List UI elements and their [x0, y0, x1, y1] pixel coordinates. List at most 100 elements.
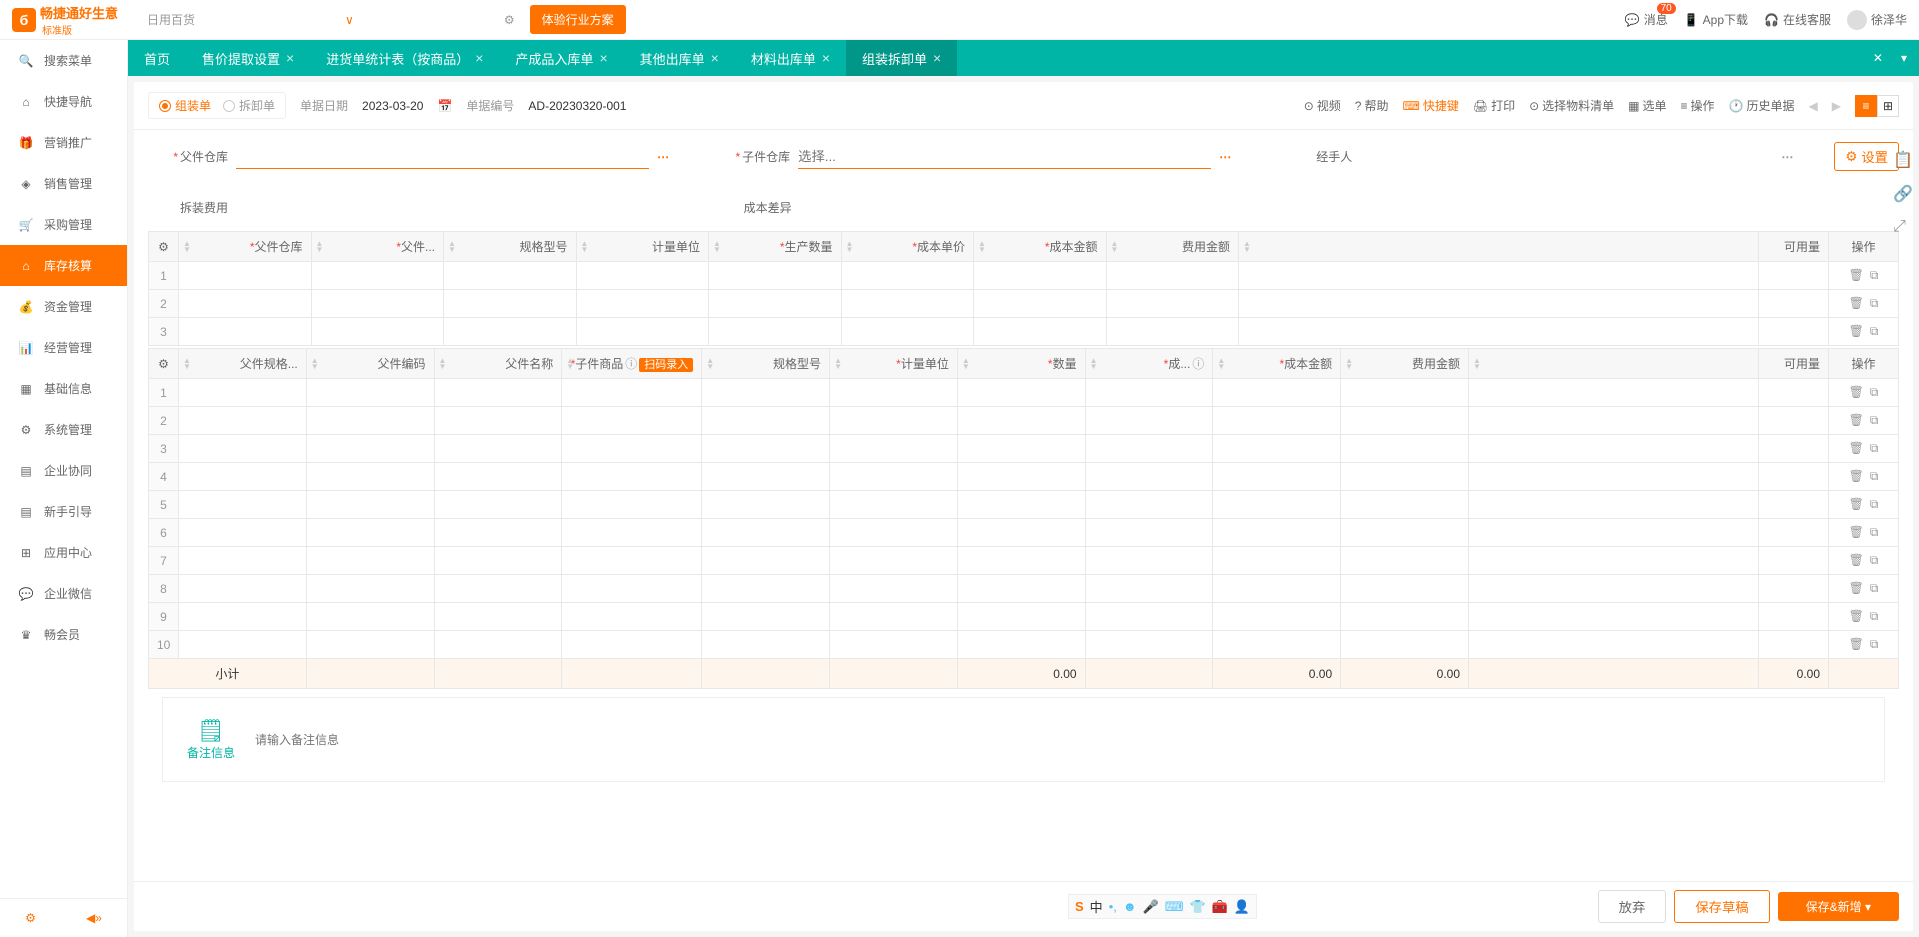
delete-icon[interactable]: 🗑	[1849, 413, 1864, 427]
save-new-button[interactable]: 保存&新增 ▾	[1778, 892, 1899, 921]
copy-icon[interactable]: ⧉	[1870, 581, 1879, 595]
table-row[interactable]: 9🗑⧉	[149, 603, 1899, 631]
sidebar-settings-icon[interactable]: ⚙	[25, 911, 36, 925]
parent-warehouse-input[interactable]	[236, 145, 649, 169]
table-row[interactable]: 2🗑⧉	[149, 407, 1899, 435]
select-link[interactable]: ▦ 选单	[1628, 97, 1666, 114]
table-row[interactable]: 10🗑⧉	[149, 631, 1899, 659]
copy-icon[interactable]: ⧉	[1870, 637, 1879, 651]
sidebar-item[interactable]: 🛒采购管理	[0, 204, 127, 245]
close-icon[interactable]: ×	[711, 50, 719, 66]
copy-icon[interactable]: ⧉	[1870, 553, 1879, 567]
copy-icon[interactable]: ⧉	[1870, 268, 1879, 282]
delete-icon[interactable]: 🗑	[1849, 324, 1864, 338]
sidebar-collapse-icon[interactable]: ◀»	[86, 911, 102, 925]
close-icon[interactable]: ×	[599, 50, 607, 66]
close-icon[interactable]: ×	[933, 50, 941, 66]
radio-assemble[interactable]: 组装单	[159, 97, 211, 114]
handler-picker-icon[interactable]: ⋯	[1781, 150, 1794, 164]
ime-emoji-icon[interactable]: ☻	[1123, 899, 1137, 914]
history-link[interactable]: 🕐 历史单据	[1729, 97, 1795, 114]
sidebar-item[interactable]: ♛畅会员	[0, 614, 127, 655]
ime-user-icon[interactable]: 👤	[1234, 899, 1250, 915]
sidebar-item[interactable]: 📊经营管理	[0, 327, 127, 368]
view-grid-icon[interactable]: ⊞	[1877, 95, 1899, 117]
col-fee-amount2[interactable]: ▲▼费用金额	[1341, 349, 1469, 379]
col-fee-amount[interactable]: ▲▼费用金额	[1106, 232, 1239, 262]
sidebar-item[interactable]: ⌂快捷导航	[0, 81, 127, 122]
col-qty[interactable]: ▲▼*数量	[957, 349, 1085, 379]
tab[interactable]: 首页	[128, 40, 186, 76]
doc-date-value[interactable]: 2023-03-20	[362, 99, 423, 113]
disassemble-fee-input[interactable]	[236, 195, 664, 219]
ime-punct-icon[interactable]: •,	[1109, 899, 1117, 914]
col-available[interactable]: 可用量	[1759, 232, 1829, 262]
gear-icon[interactable]: ⚙	[504, 13, 515, 27]
tab[interactable]: 组装拆卸单×	[846, 40, 957, 76]
col-cost-amount[interactable]: ▲▼*成本金额	[974, 232, 1107, 262]
table-row[interactable]: 3🗑⧉	[149, 435, 1899, 463]
copy-icon[interactable]: ⧉	[1870, 469, 1879, 483]
child-warehouse-picker-icon[interactable]: ⋯	[1219, 150, 1232, 164]
copy-icon[interactable]: ⧉	[1870, 413, 1879, 427]
delete-icon[interactable]: 🗑	[1849, 441, 1864, 455]
sidebar-item[interactable]: ⊞应用中心	[0, 532, 127, 573]
sidebar-item[interactable]: ▤新手引导	[0, 491, 127, 532]
col-spec[interactable]: ▲▼规格型号	[444, 232, 577, 262]
trial-button[interactable]: 体验行业方案	[530, 5, 626, 34]
col-unit2[interactable]: ▲▼*计量单位	[830, 349, 958, 379]
tab[interactable]: 售价提取设置×	[186, 40, 310, 76]
handler-input[interactable]	[1360, 145, 1773, 169]
rail-expand-icon[interactable]: ⤢	[1893, 218, 1913, 236]
view-list-icon[interactable]: ≡	[1855, 95, 1877, 117]
close-icon[interactable]: ×	[286, 50, 294, 66]
save-draft-button[interactable]: 保存草稿	[1674, 890, 1769, 923]
table-settings-header[interactable]: ⚙	[149, 232, 179, 262]
col-cost-price[interactable]: ▲▼*成本单价	[841, 232, 974, 262]
table-row[interactable]: 7🗑⧉	[149, 547, 1899, 575]
tab[interactable]: 进货单统计表（按商品）×	[310, 40, 499, 76]
category-select[interactable]: 日用百货 ∨	[147, 11, 504, 28]
table-row[interactable]: 4🗑⧉	[149, 463, 1899, 491]
sidebar-item[interactable]: ⌂库存核算	[0, 245, 127, 286]
scan-badge[interactable]: 扫码录入	[639, 358, 693, 372]
ime-lang[interactable]: 中	[1090, 897, 1103, 916]
cost-diff-input[interactable]	[800, 195, 1228, 219]
sidebar-item[interactable]: 🔍搜索菜单	[0, 40, 127, 81]
delete-icon[interactable]: 🗑	[1849, 469, 1864, 483]
sidebar-item[interactable]: 💰资金管理	[0, 286, 127, 327]
radio-disassemble[interactable]: 拆卸单	[223, 97, 275, 114]
material-list-link[interactable]: ⊙ 选择物料清单	[1529, 97, 1614, 114]
sidebar-item[interactable]: ▦基础信息	[0, 368, 127, 409]
child-warehouse-input[interactable]	[798, 145, 1211, 169]
table-row[interactable]: 1🗑⧉	[149, 262, 1899, 290]
col-parent-warehouse[interactable]: ▲▼*父件仓库	[179, 232, 312, 262]
col-prod-qty[interactable]: ▲▼*生产数量	[709, 232, 842, 262]
table-row[interactable]: 6🗑⧉	[149, 519, 1899, 547]
col-parent-name[interactable]: ▲▼父件名称	[434, 349, 562, 379]
calendar-icon[interactable]: 📅	[437, 99, 452, 113]
col-parent-spec[interactable]: ▲▼父件规格...	[179, 349, 307, 379]
table-row[interactable]: 5🗑⧉	[149, 491, 1899, 519]
user-menu[interactable]: 徐泽华	[1847, 10, 1907, 30]
delete-icon[interactable]: 🗑	[1849, 609, 1864, 623]
ime-mic-icon[interactable]: 🎤	[1143, 899, 1159, 915]
delete-icon[interactable]: 🗑	[1849, 296, 1864, 310]
copy-icon[interactable]: ⧉	[1870, 497, 1879, 511]
sidebar-item[interactable]: 💬企业微信	[0, 573, 127, 614]
delete-icon[interactable]: 🗑	[1849, 385, 1864, 399]
sidebar-item[interactable]: ⚙系统管理	[0, 409, 127, 450]
col-parent-item[interactable]: ▲▼*父件...	[311, 232, 444, 262]
delete-icon[interactable]: 🗑	[1849, 497, 1864, 511]
col-spec2[interactable]: ▲▼规格型号	[702, 349, 830, 379]
table-row[interactable]: 2🗑⧉	[149, 290, 1899, 318]
shortcut-link[interactable]: ⌨ 快捷键	[1403, 97, 1459, 114]
close-icon[interactable]: ×	[475, 50, 483, 66]
delete-icon[interactable]: 🗑	[1849, 581, 1864, 595]
col-unit[interactable]: ▲▼计量单位	[576, 232, 709, 262]
app-download-link[interactable]: 📱 App下载	[1684, 11, 1748, 28]
ime-skin-icon[interactable]: 👕	[1190, 899, 1206, 915]
sidebar-item[interactable]: ◈销售管理	[0, 163, 127, 204]
copy-icon[interactable]: ⧉	[1870, 324, 1879, 338]
table-settings-header[interactable]: ⚙	[149, 349, 179, 379]
